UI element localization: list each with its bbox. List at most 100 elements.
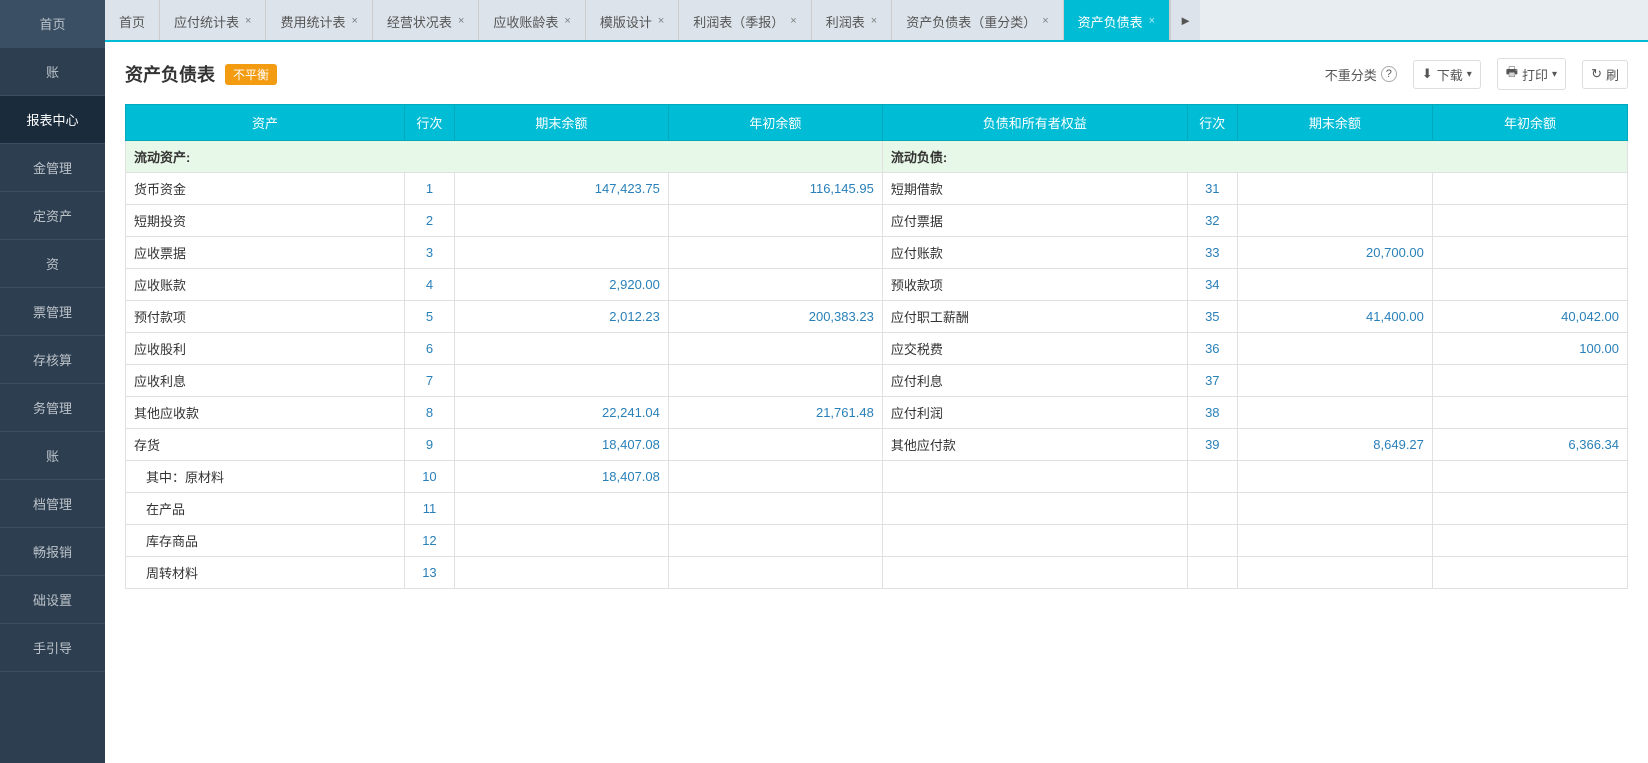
year-start-balance[interactable] (668, 429, 882, 461)
tab-scroll-right[interactable]: ► (1170, 0, 1200, 40)
sidebar-item-archive[interactable]: 档管理 (0, 480, 105, 528)
download-btn[interactable]: ⬇ 下载 ▾ (1413, 60, 1481, 89)
help-icon[interactable]: ? (1381, 66, 1397, 82)
liability-name[interactable] (882, 461, 1187, 493)
year-start-balance[interactable] (668, 557, 882, 589)
liability-name[interactable]: 应付利润 (882, 397, 1187, 429)
year-start-balance[interactable] (668, 333, 882, 365)
tab-profit[interactable]: 利润表 × (812, 0, 892, 42)
year-start-balance[interactable] (668, 269, 882, 301)
year-start-balance2[interactable] (1432, 269, 1627, 301)
end-balance[interactable] (454, 525, 668, 557)
year-start-balance[interactable] (668, 237, 882, 269)
sidebar-item-fixed-assets[interactable]: 定资产 (0, 192, 105, 240)
year-start-balance2[interactable] (1432, 237, 1627, 269)
year-start-balance[interactable]: 200,383.23 (668, 301, 882, 333)
no-reclassify-btn[interactable]: 不重分类 ? (1325, 65, 1397, 84)
year-start-balance2[interactable] (1432, 365, 1627, 397)
tab-ar-aging[interactable]: 应收账龄表 × (479, 0, 585, 42)
asset-name[interactable]: 预付款项 (126, 301, 405, 333)
asset-name[interactable]: 应收账款 (126, 269, 405, 301)
tab-close-template-design[interactable]: × (658, 15, 664, 27)
sidebar-item-fund-mgmt[interactable]: 金管理 (0, 144, 105, 192)
end-balance[interactable]: 2,920.00 (454, 269, 668, 301)
tab-balance-reclassified[interactable]: 资产负债表（重分类） × (892, 0, 1063, 42)
asset-name[interactable]: 应收股利 (126, 333, 405, 365)
liability-name[interactable]: 应付账款 (882, 237, 1187, 269)
year-start-balance[interactable] (668, 493, 882, 525)
asset-name[interactable]: 存货 (126, 429, 405, 461)
end-balance[interactable] (454, 493, 668, 525)
year-start-balance2[interactable] (1432, 205, 1627, 237)
end-balance[interactable]: 18,407.08 (454, 429, 668, 461)
year-start-balance2[interactable] (1432, 173, 1627, 205)
liability-name[interactable]: 应付利息 (882, 365, 1187, 397)
refresh-btn[interactable]: ↻ 刷 (1582, 60, 1628, 89)
end-balance[interactable]: 2,012.23 (454, 301, 668, 333)
end-balance2[interactable] (1237, 173, 1432, 205)
tab-close-ap-stat[interactable]: × (245, 15, 251, 27)
end-balance2[interactable] (1237, 525, 1432, 557)
year-start-balance2[interactable] (1432, 397, 1627, 429)
asset-name[interactable]: 在产品 (126, 493, 405, 525)
tab-close-balance-reclassified[interactable]: × (1042, 15, 1048, 27)
sidebar-item-report-center[interactable]: 报表中心 (0, 96, 105, 144)
year-start-balance[interactable] (668, 461, 882, 493)
sidebar-item-inventory[interactable]: 存核算 (0, 336, 105, 384)
year-start-balance2[interactable]: 40,042.00 (1432, 301, 1627, 333)
year-start-balance2[interactable] (1432, 461, 1627, 493)
tab-close-expense-stat[interactable]: × (351, 15, 357, 27)
liability-name[interactable]: 其他应付款 (882, 429, 1187, 461)
liability-name[interactable] (882, 557, 1187, 589)
asset-name[interactable]: 应收票据 (126, 237, 405, 269)
end-balance2[interactable]: 8,649.27 (1237, 429, 1432, 461)
tab-balance-sheet[interactable]: 资产负债表 × (1064, 0, 1170, 42)
asset-name[interactable]: 周转材料 (126, 557, 405, 589)
end-balance[interactable]: 22,241.04 (454, 397, 668, 429)
print-btn[interactable]: 🖶 打印 ▾ (1497, 58, 1566, 90)
asset-name[interactable]: 短期投资 (126, 205, 405, 237)
year-start-balance2[interactable] (1432, 525, 1627, 557)
sidebar-item-basic-settings[interactable]: 础设置 (0, 576, 105, 624)
year-start-balance2[interactable] (1432, 493, 1627, 525)
end-balance2[interactable] (1237, 397, 1432, 429)
tab-close-operation-stat[interactable]: × (458, 15, 464, 27)
end-balance2[interactable] (1237, 333, 1432, 365)
end-balance2[interactable] (1237, 557, 1432, 589)
end-balance[interactable]: 147,423.75 (454, 173, 668, 205)
asset-name[interactable]: 应收利息 (126, 365, 405, 397)
asset-name[interactable]: 其中：原材料 (126, 461, 405, 493)
tab-template-design[interactable]: 模版设计 × (586, 0, 679, 42)
tab-close-balance-sheet[interactable]: × (1149, 15, 1155, 27)
tab-ap-stat[interactable]: 应付统计表 × (160, 0, 266, 42)
tab-home[interactable]: 首页 (105, 0, 160, 42)
year-start-balance[interactable] (668, 205, 882, 237)
liability-name[interactable]: 预收款项 (882, 269, 1187, 301)
end-balance[interactable]: 18,407.08 (454, 461, 668, 493)
sidebar-item-ledger[interactable]: 账 (0, 432, 105, 480)
sidebar-item-account[interactable]: 账 (0, 48, 105, 96)
year-start-balance[interactable] (668, 365, 882, 397)
asset-name[interactable]: 货币资金 (126, 173, 405, 205)
end-balance[interactable] (454, 237, 668, 269)
end-balance2[interactable]: 20,700.00 (1237, 237, 1432, 269)
sidebar-item-guide[interactable]: 手引导 (0, 624, 105, 672)
asset-name[interactable]: 其他应收款 (126, 397, 405, 429)
liability-name[interactable] (882, 525, 1187, 557)
sidebar-item-invest[interactable]: 资 (0, 240, 105, 288)
tab-close-profit-quarter[interactable]: × (790, 15, 796, 27)
tab-profit-quarter[interactable]: 利润表（季报） × (679, 0, 811, 42)
asset-name[interactable]: 库存商品 (126, 525, 405, 557)
year-start-balance[interactable] (668, 525, 882, 557)
year-start-balance2[interactable]: 6,366.34 (1432, 429, 1627, 461)
sidebar-item-home[interactable]: 首页 (0, 0, 105, 48)
end-balance2[interactable] (1237, 461, 1432, 493)
liability-name[interactable]: 应付职工薪酬 (882, 301, 1187, 333)
tab-operation-stat[interactable]: 经营状况表 × (373, 0, 479, 42)
end-balance[interactable] (454, 333, 668, 365)
end-balance2[interactable] (1237, 365, 1432, 397)
end-balance2[interactable] (1237, 493, 1432, 525)
tab-close-profit[interactable]: × (871, 15, 877, 27)
year-start-balance[interactable]: 21,761.48 (668, 397, 882, 429)
end-balance2[interactable] (1237, 205, 1432, 237)
